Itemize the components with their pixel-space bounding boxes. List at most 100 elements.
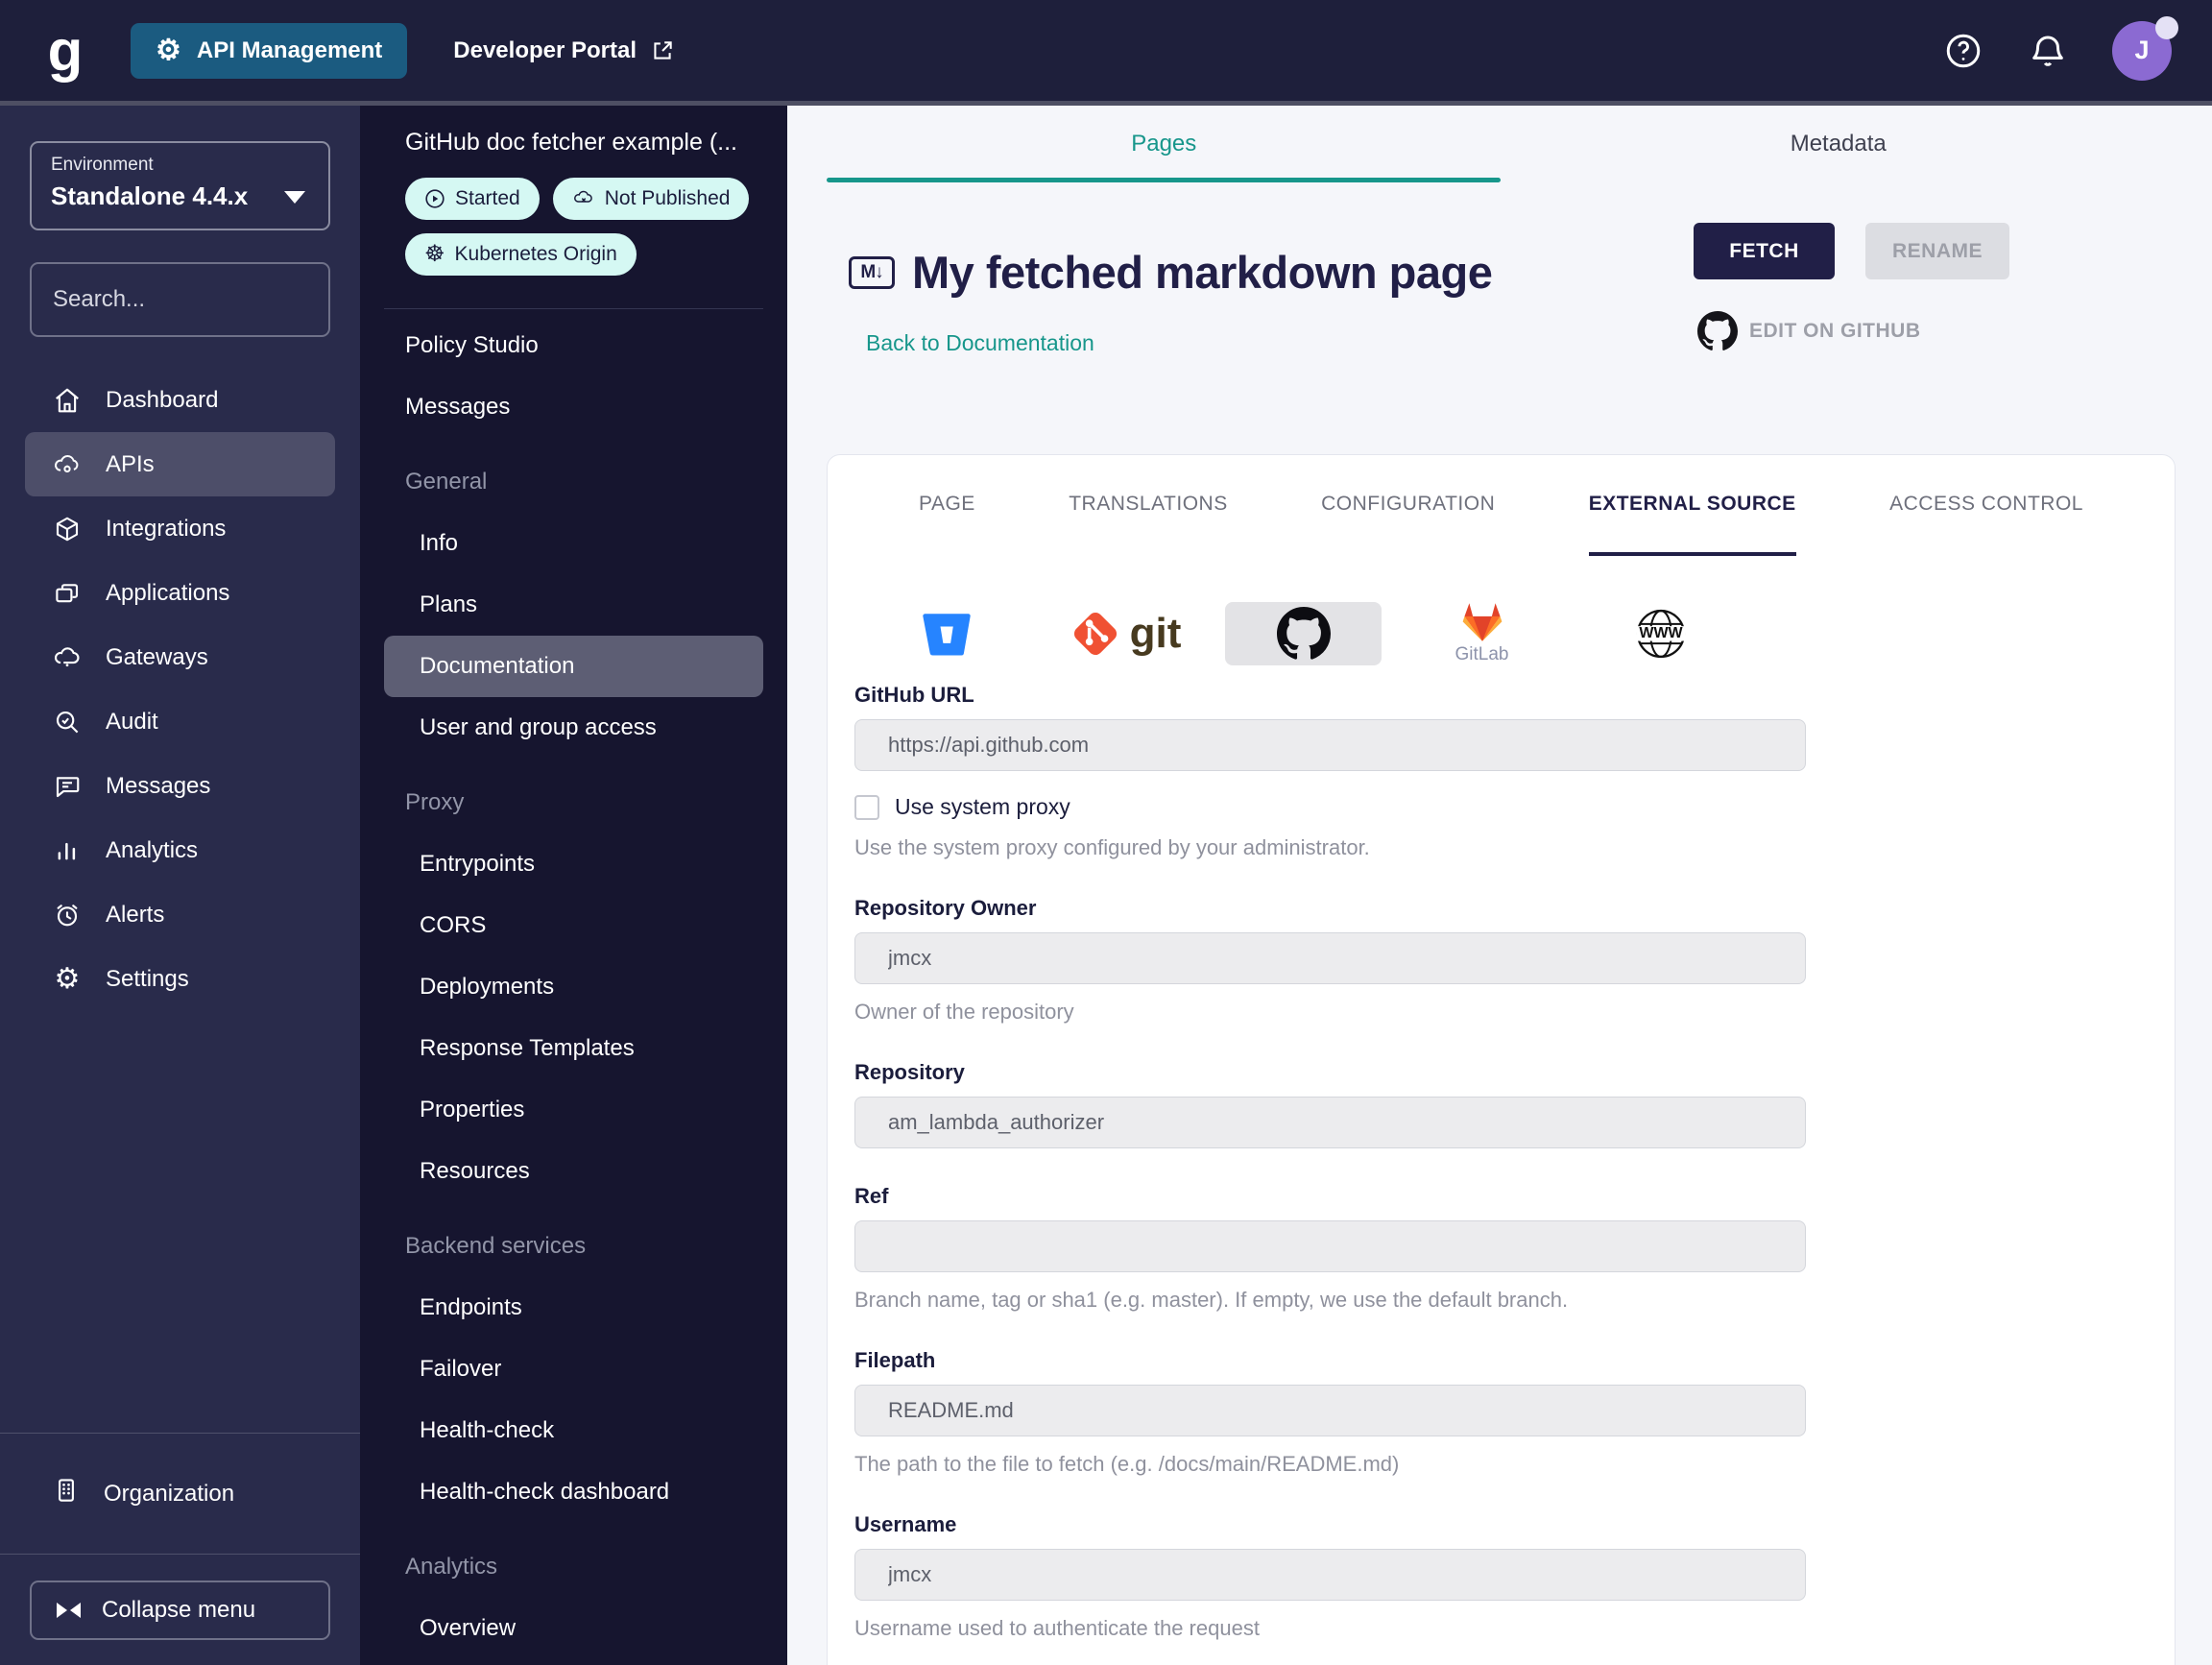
ref-label: Ref (854, 1184, 888, 1208)
menu-item-entrypoints[interactable]: Entrypoints (360, 833, 787, 895)
external-link-icon (650, 38, 675, 63)
avatar-initial: J (2134, 36, 2149, 65)
username-input[interactable] (854, 1549, 1806, 1601)
ref-input[interactable] (854, 1220, 1806, 1272)
search-input[interactable] (53, 286, 350, 313)
source-github[interactable] (1225, 602, 1382, 665)
tab-page[interactable]: PAGE (919, 455, 975, 556)
tab-external-source[interactable]: EXTERNAL SOURCE (1589, 455, 1796, 556)
back-to-documentation-link[interactable]: Back to Documentation (866, 330, 1094, 356)
source-git[interactable]: git (1046, 602, 1203, 665)
sidebar-item-label: Alerts (106, 902, 164, 929)
app-window: g ⚙ API Management Developer Portal J En… (0, 0, 2212, 1665)
menu-item-messages[interactable]: Messages (360, 376, 787, 438)
help-icon[interactable] (1943, 31, 1984, 71)
page-tabs: Pages Metadata (827, 106, 2176, 182)
menu-item-policy-studio[interactable]: Policy Studio (360, 315, 787, 376)
chevron-down-icon (284, 191, 305, 204)
menu-item-endpoints[interactable]: Endpoints (360, 1277, 787, 1339)
api-management-button[interactable]: ⚙ API Management (131, 23, 407, 79)
menu-item-plans[interactable]: Plans (360, 574, 787, 636)
menu-section-general: General (360, 451, 787, 513)
sidebar-item-label: Analytics (106, 837, 198, 864)
main-sidebar: Environment Standalone 4.4.x Dashboard A… (0, 106, 360, 1665)
sidebar-item-applications[interactable]: Applications (0, 561, 360, 625)
sidebar-item-organization[interactable]: Organization (0, 1434, 360, 1554)
menu-item-properties[interactable]: Properties (360, 1079, 787, 1141)
fetch-button[interactable]: FETCH (1694, 223, 1835, 279)
collapse-menu-button[interactable]: Collapse menu (30, 1581, 330, 1640)
sidebar-item-messages[interactable]: Messages (0, 754, 360, 818)
use-system-proxy-checkbox[interactable] (854, 795, 879, 820)
sidebar-item-gateways[interactable]: Gateways (0, 625, 360, 689)
tab-pages[interactable]: Pages (827, 106, 1502, 182)
cloud-gear-icon (52, 449, 83, 480)
status-badge-kubernetes-origin: ☸ Kubernetes Origin (405, 233, 637, 276)
gravitee-logo[interactable]: g (40, 17, 90, 84)
notifications-bell-icon[interactable] (2028, 31, 2068, 71)
sidebar-item-label: Gateways (106, 644, 208, 671)
chat-icon (52, 771, 83, 802)
user-avatar[interactable]: J (2112, 21, 2172, 81)
menu-section-backend-services: Backend services (360, 1216, 787, 1277)
editor-tabs: PAGE TRANSLATIONS CONFIGURATION EXTERNAL… (828, 455, 2175, 556)
source-bitbucket[interactable] (868, 602, 1024, 665)
sidebar-item-label: Integrations (106, 516, 226, 543)
edit-on-github-link[interactable]: EDIT ON GITHUB (1697, 311, 1921, 351)
menu-item-user-and-group-access[interactable]: User and group access (360, 697, 787, 759)
source-www[interactable]: WWW (1582, 602, 1739, 665)
tab-metadata[interactable]: Metadata (1502, 106, 2176, 182)
menu-item-response-templates[interactable]: Response Templates (360, 1018, 787, 1079)
sidebar-item-dashboard[interactable]: Dashboard (0, 368, 360, 432)
menu-section-analytics: Analytics (360, 1536, 787, 1598)
api-submenu: GitHub doc fetcher example (... Started … (360, 106, 787, 1665)
sidebar-item-audit[interactable]: Audit (0, 689, 360, 754)
environment-selector[interactable]: Environment Standalone 4.4.x (30, 141, 330, 230)
cube-icon (52, 514, 83, 544)
tab-access-control[interactable]: ACCESS CONTROL (1889, 455, 2083, 556)
menu-item-failover[interactable]: Failover (360, 1339, 787, 1400)
sidebar-item-apis[interactable]: APIs (25, 432, 335, 496)
username-helper: Username used to authenticate the reques… (854, 1616, 1806, 1641)
menu-item-overview[interactable]: Overview (360, 1598, 787, 1659)
menu-item-health-check-dashboard[interactable]: Health-check dashboard (360, 1461, 787, 1523)
github-url-input[interactable] (854, 719, 1806, 771)
tab-translations[interactable]: TRANSLATIONS (1069, 455, 1227, 556)
filepath-input[interactable] (854, 1385, 1806, 1436)
status-badge-not-published: Not Published (553, 178, 750, 220)
sidebar-item-label: Dashboard (106, 387, 218, 414)
repository-input[interactable] (854, 1097, 1806, 1148)
repository-owner-input[interactable] (854, 932, 1806, 984)
rename-button[interactable]: RENAME (1865, 223, 2009, 279)
tab-configuration[interactable]: CONFIGURATION (1321, 455, 1495, 556)
source-gitlab[interactable]: GitLab (1404, 602, 1560, 665)
menu-item-logs[interactable]: Logs (360, 1659, 787, 1665)
menu-item-resources[interactable]: Resources (360, 1141, 787, 1202)
sidebar-search[interactable] (30, 262, 330, 337)
use-system-proxy-row[interactable]: Use system proxy (854, 794, 1806, 820)
collapse-menu-label: Collapse menu (102, 1597, 255, 1624)
menu-item-cors[interactable]: CORS (360, 895, 787, 956)
gitlab-caption: GitLab (1455, 644, 1509, 665)
developer-portal-label: Developer Portal (453, 37, 637, 64)
menu-item-info[interactable]: Info (360, 513, 787, 574)
edit-on-github-label: EDIT ON GITHUB (1749, 320, 1921, 343)
search-check-icon (52, 707, 83, 737)
sidebar-item-integrations[interactable]: Integrations (0, 496, 360, 561)
environment-label: Environment (51, 155, 309, 176)
gear-icon: ⚙ (52, 964, 83, 995)
git-icon (1069, 607, 1122, 661)
sidebar-item-settings[interactable]: ⚙ Settings (0, 947, 360, 1011)
sidebar-item-alerts[interactable]: Alerts (0, 882, 360, 947)
home-icon (52, 385, 83, 416)
filepath-field-group: Filepath The path to the file to fetch (… (854, 1348, 1806, 1477)
environment-value: Standalone 4.4.x (51, 181, 309, 211)
developer-portal-link[interactable]: Developer Portal (453, 37, 675, 64)
menu-item-health-check[interactable]: Health-check (360, 1400, 787, 1461)
api-title: GitHub doc fetcher example (... (405, 129, 758, 157)
cloud-icon (52, 642, 83, 673)
sidebar-item-analytics[interactable]: Analytics (0, 818, 360, 882)
menu-item-deployments[interactable]: Deployments (360, 956, 787, 1018)
menu-item-documentation[interactable]: Documentation (384, 636, 763, 697)
sidebar-item-label: Organization (104, 1481, 234, 1508)
